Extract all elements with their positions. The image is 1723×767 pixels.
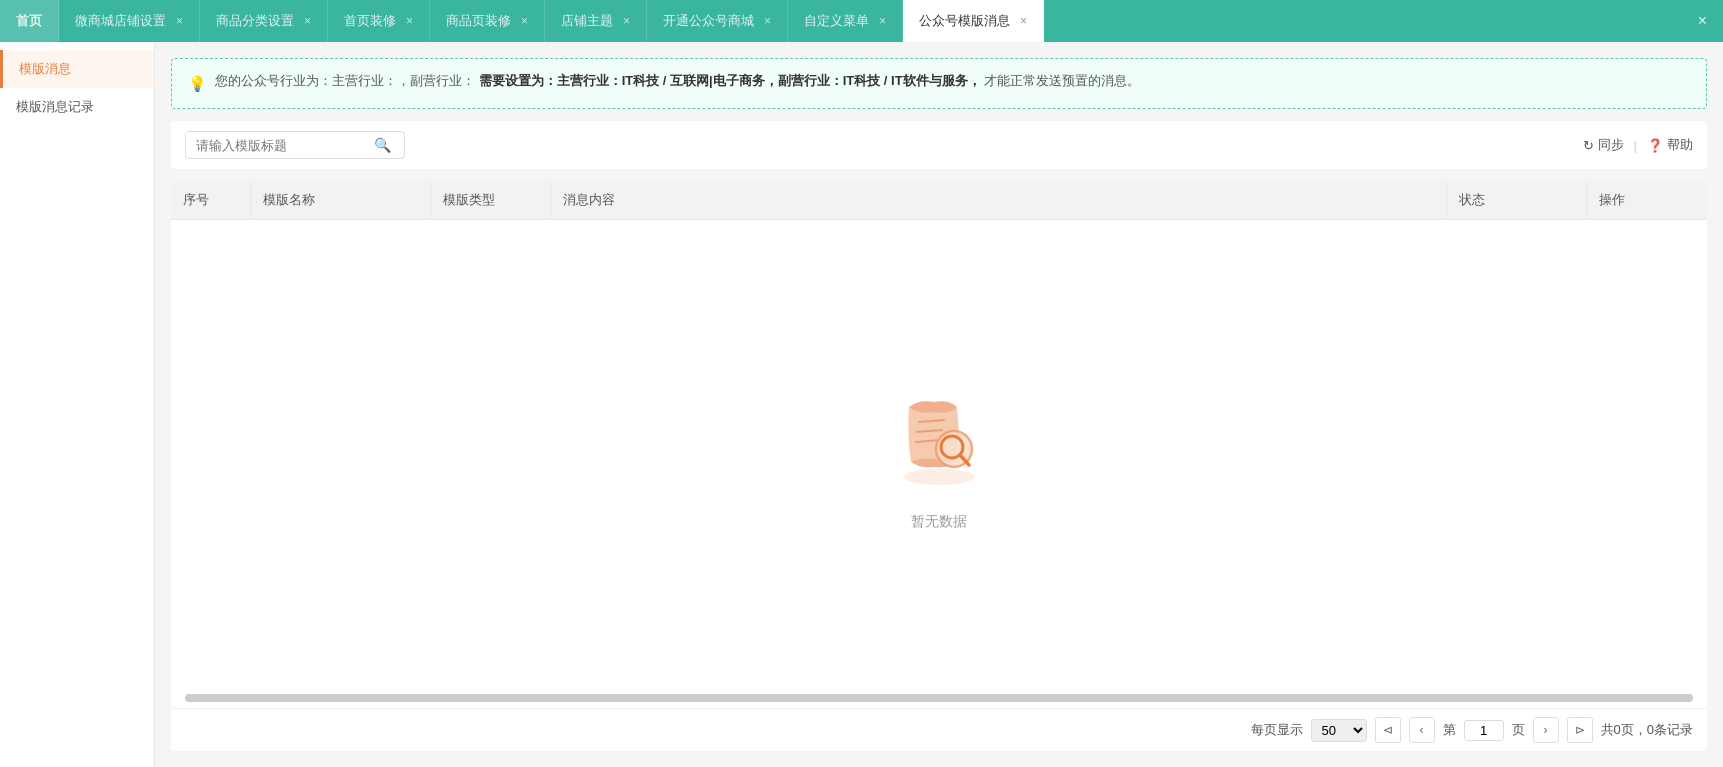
th-type: 模版类型	[431, 181, 551, 219]
sidebar-item-template-msg[interactable]: 模版消息	[0, 50, 154, 88]
tab-theme-close[interactable]: ×	[623, 14, 630, 28]
per-page-label: 每页显示	[1251, 721, 1303, 739]
tab-product-label: 商品页装修	[446, 12, 511, 30]
sync-icon: ↻	[1583, 138, 1594, 153]
th-action: 操作	[1587, 181, 1707, 219]
tab-menu-close[interactable]: ×	[879, 14, 886, 28]
empty-illustration	[879, 377, 999, 497]
tab-weshop-label: 微商城店铺设置	[75, 12, 166, 30]
per-page-select[interactable]: 50 20 100	[1311, 719, 1367, 742]
tab-home[interactable]: 首页	[0, 0, 59, 42]
tab-home-label: 首页	[16, 12, 42, 30]
total-info: 共0页，0条记录	[1601, 721, 1693, 739]
notice-suffix: 才能正常发送预置的消息。	[984, 73, 1140, 88]
search-button[interactable]: 🔍	[366, 132, 399, 158]
bulb-icon: 💡	[188, 72, 207, 96]
tab-category-close[interactable]: ×	[304, 14, 311, 28]
notice-text: 您的公众号行业为：主营行业：，副营行业： 需要设置为：主营行业：IT科技 / 互…	[215, 71, 1140, 92]
tab-weshop[interactable]: 微商城店铺设置 ×	[59, 0, 200, 42]
pagination-bar: 每页显示 50 20 100 ⊲ ‹ 第 页 › ⊳ 共0页，0条记录	[171, 708, 1707, 751]
sync-label: 同步	[1598, 136, 1624, 154]
search-bar-right: ↻ 同步 | ❓ 帮助	[1583, 136, 1693, 154]
svg-point-0	[904, 469, 974, 485]
tab-mall-close[interactable]: ×	[764, 14, 771, 28]
sidebar-item-template-record-label: 模版消息记录	[16, 99, 94, 114]
tab-category-label: 商品分类设置	[216, 12, 294, 30]
tab-menu-label: 自定义菜单	[804, 12, 869, 30]
tab-homepage[interactable]: 首页装修 ×	[328, 0, 430, 42]
sidebar-item-template-msg-label: 模版消息	[19, 61, 71, 76]
tab-theme-label: 店铺主题	[561, 12, 613, 30]
th-content: 消息内容	[551, 181, 1447, 219]
tab-homepage-label: 首页装修	[344, 12, 396, 30]
tab-menu[interactable]: 自定义菜单 ×	[788, 0, 903, 42]
table-header: 序号 模版名称 模版类型 消息内容 状态 操作	[171, 181, 1707, 220]
fake-scrollbar[interactable]	[185, 694, 1693, 702]
page-input[interactable]	[1464, 720, 1504, 741]
first-page-button[interactable]: ⊲	[1375, 717, 1401, 743]
content-area: 💡 您的公众号行业为：主营行业：，副营行业： 需要设置为：主营行业：IT科技 /…	[155, 42, 1723, 767]
tab-theme[interactable]: 店铺主题 ×	[545, 0, 647, 42]
notice-banner: 💡 您的公众号行业为：主营行业：，副营行业： 需要设置为：主营行业：IT科技 /…	[171, 58, 1707, 109]
tab-template-label: 公众号模版消息	[919, 12, 1010, 30]
tab-bar: 首页 微商城店铺设置 × 商品分类设置 × 首页装修 × 商品页装修 × 店铺主…	[0, 0, 1723, 42]
th-name: 模版名称	[251, 181, 431, 219]
help-button[interactable]: ❓ 帮助	[1647, 136, 1693, 154]
empty-state-text: 暂无数据	[911, 513, 967, 531]
tab-homepage-close[interactable]: ×	[406, 14, 413, 28]
notice-prefix: 您的公众号行业为：主营行业：，副营行业：	[215, 73, 475, 88]
tab-mall[interactable]: 开通公众号商城 ×	[647, 0, 788, 42]
tab-product-close[interactable]: ×	[521, 14, 528, 28]
sidebar-item-template-record[interactable]: 模版消息记录	[0, 88, 154, 126]
table-container: 序号 模版名称 模版类型 消息内容 状态 操作	[171, 181, 1707, 751]
tab-category[interactable]: 商品分类设置 ×	[200, 0, 328, 42]
sidebar: 模版消息 模版消息记录	[0, 42, 155, 767]
search-bar: 🔍 ↻ 同步 | ❓ 帮助	[171, 121, 1707, 169]
tab-mall-label: 开通公众号商城	[663, 12, 754, 30]
th-index: 序号	[171, 181, 251, 219]
next-page-button[interactable]: ›	[1533, 717, 1559, 743]
last-page-button[interactable]: ⊳	[1567, 717, 1593, 743]
main-layout: 模版消息 模版消息记录 💡 您的公众号行业为：主营行业：，副营行业： 需要设置为…	[0, 42, 1723, 767]
scrollbar-area	[171, 688, 1707, 708]
help-icon: ❓	[1647, 138, 1663, 153]
sync-button[interactable]: ↻ 同步	[1583, 136, 1624, 154]
th-status: 状态	[1447, 181, 1587, 219]
page-label: 第	[1443, 721, 1456, 739]
notice-highlight: 需要设置为：主营行业：IT科技 / 互联网|电子商务，副营行业：IT科技 / I…	[479, 73, 981, 88]
toolbar-divider: |	[1634, 138, 1637, 153]
tab-weshop-close[interactable]: ×	[176, 14, 183, 28]
search-input[interactable]	[186, 133, 366, 158]
prev-page-button[interactable]: ‹	[1409, 717, 1435, 743]
global-close-button[interactable]: ×	[1682, 12, 1723, 30]
tab-template-close[interactable]: ×	[1020, 14, 1027, 28]
page-suffix: 页	[1512, 721, 1525, 739]
tab-product[interactable]: 商品页装修 ×	[430, 0, 545, 42]
help-label: 帮助	[1667, 136, 1693, 154]
search-input-wrap: 🔍	[185, 131, 405, 159]
table-body: 暂无数据	[171, 220, 1707, 688]
tab-template[interactable]: 公众号模版消息 ×	[903, 0, 1044, 42]
